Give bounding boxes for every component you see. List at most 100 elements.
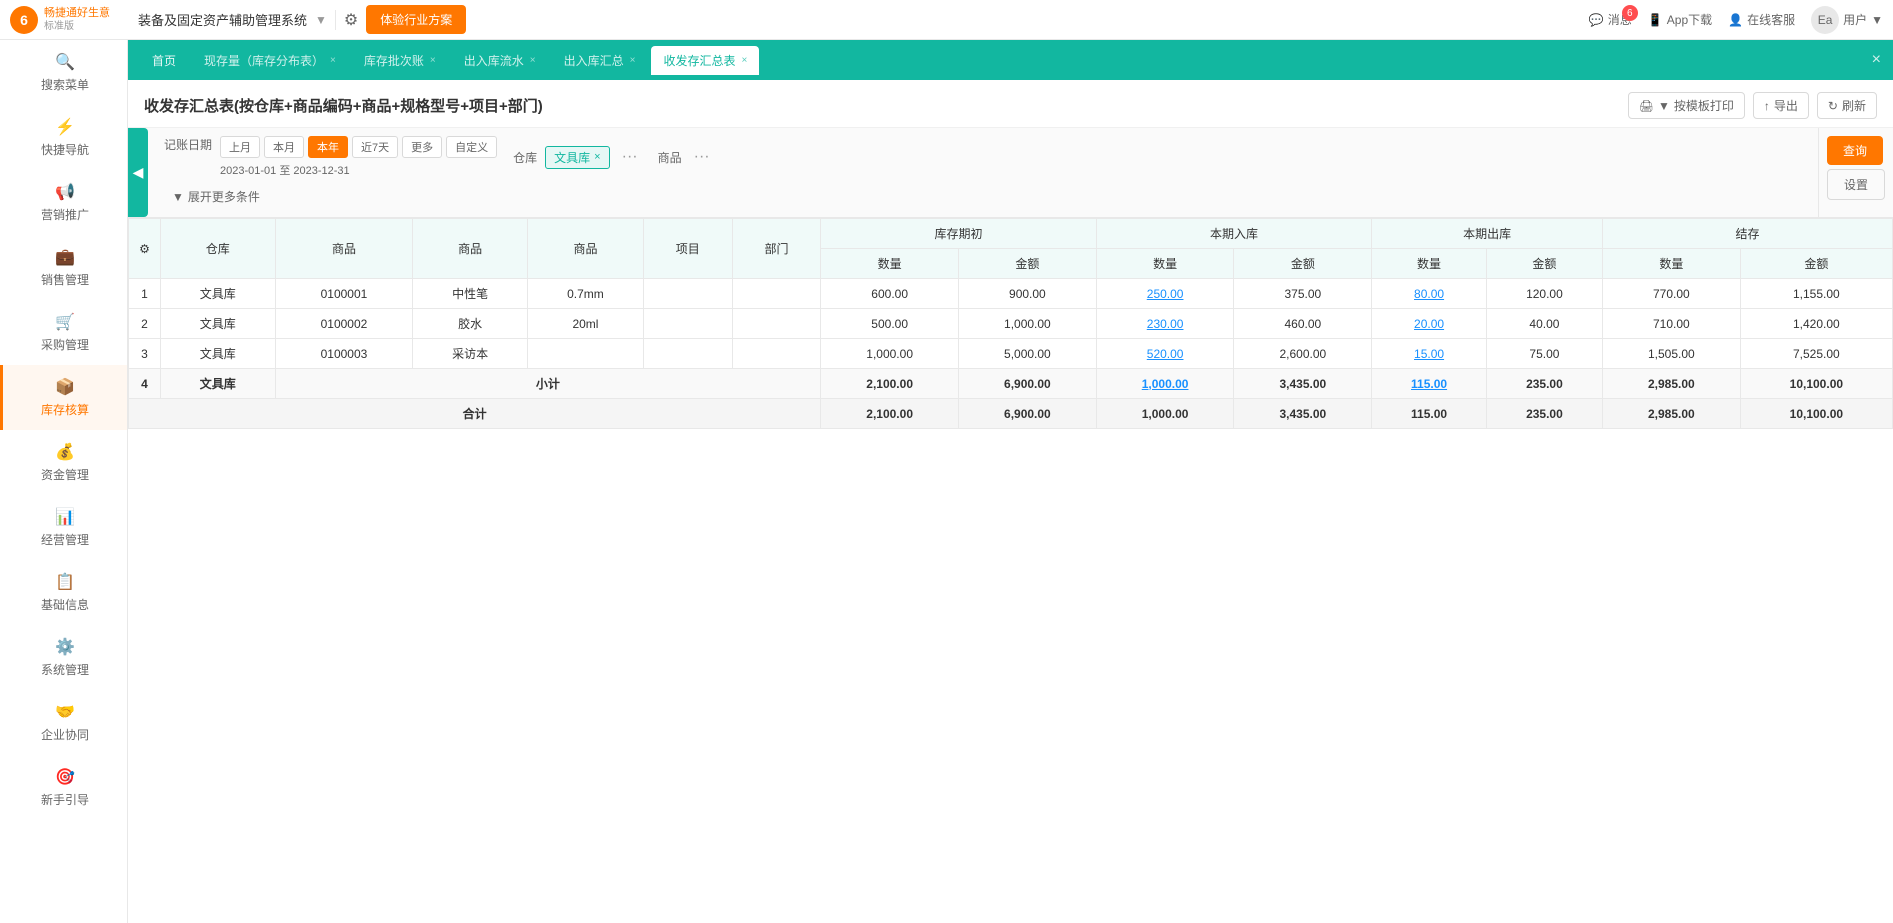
message-btn[interactable]: 💬 消息 6 — [1589, 11, 1632, 28]
online-service-btn[interactable]: 👤 在线客服 — [1728, 11, 1795, 28]
sidebar-item-basic[interactable]: 📋 基础信息 — [0, 560, 127, 625]
sidebar-item-search[interactable]: 🔍 搜索菜单 — [0, 40, 127, 105]
tab-in-out-summary-close[interactable]: × — [630, 55, 636, 66]
date-btn-7days[interactable]: 近7天 — [352, 136, 398, 158]
cell-warehouse: 文具库 — [161, 339, 276, 369]
cell-goods-name: 中性笔 — [413, 279, 528, 309]
sidebar-item-operation[interactable]: 📊 经营管理 — [0, 495, 127, 560]
warehouse-tag: 文具库 × — [545, 146, 609, 169]
cell-opening-qty: 500.00 — [821, 309, 959, 339]
logo-text: 畅捷通好生意 标准版 — [44, 6, 110, 33]
cell-opening-qty: 600.00 — [821, 279, 959, 309]
date-filter-group: 记账日期 上月 本月 本年 近7天 更多 自定义 20 — [164, 136, 497, 178]
date-btn-last-month[interactable]: 上月 — [220, 136, 260, 158]
cell-in-qty[interactable]: 230.00 — [1096, 309, 1234, 339]
subtotal-in-qty[interactable]: 1,000.00 — [1096, 369, 1234, 399]
date-btn-this-year[interactable]: 本年 — [308, 136, 348, 158]
cell-in-qty[interactable]: 250.00 — [1096, 279, 1234, 309]
sidebar-item-guide[interactable]: 🎯 新手引导 — [0, 755, 127, 820]
tab-in-out-flow-label: 出入库流水 — [464, 52, 524, 69]
filter-container: ◀ 记账日期 上月 本月 本年 近7天 更多 — [128, 128, 1893, 218]
subtotal-out-qty[interactable]: 115.00 — [1372, 369, 1487, 399]
cell-department — [732, 309, 821, 339]
print-btn[interactable]: 🖨 ▼ 按模板打印 — [1628, 92, 1745, 119]
tab-inventory-dist-close[interactable]: × — [330, 55, 336, 66]
refresh-btn[interactable]: ↻ 刷新 — [1817, 92, 1877, 119]
tab-in-out-flow-close[interactable]: × — [530, 55, 536, 66]
table-settings-icon: ⚙ — [139, 242, 150, 256]
date-btn-custom[interactable]: 自定义 — [446, 136, 497, 158]
sidebar-item-sales[interactable]: 💼 销售管理 — [0, 235, 127, 300]
table-container: ⚙ 仓库 商品 商品 商品 项目 部门 库存期初 本期入库 本期出库 结存 — [128, 218, 1893, 923]
tab-home[interactable]: 首页 — [140, 46, 188, 75]
sidebar-item-marketing[interactable]: 📢 营销推广 — [0, 170, 127, 235]
sidebar-item-inventory[interactable]: 📦 库存核算 — [0, 365, 127, 430]
tab-in-out-flow[interactable]: 出入库流水 × — [452, 46, 548, 75]
goods-more-btn[interactable]: ··· — [690, 148, 714, 166]
th-opening-qty: 数量 — [821, 249, 959, 279]
cell-out-qty[interactable]: 20.00 — [1372, 309, 1487, 339]
user-area[interactable]: Ea 用户 ▼ — [1811, 6, 1883, 34]
cell-goods-spec: 0.7mm — [527, 279, 643, 309]
tab-inventory-dist[interactable]: 现存量（库存分布表） × — [192, 46, 348, 75]
date-filter-controls: 上月 本月 本年 近7天 更多 自定义 2023-01-01 至 2023-12… — [220, 136, 497, 178]
expand-conditions-btn[interactable]: ▼ 展开更多条件 — [164, 184, 268, 209]
cell-no: 1 — [129, 279, 161, 309]
cell-in-amt: 460.00 — [1234, 309, 1372, 339]
query-btn[interactable]: 查询 — [1827, 136, 1883, 165]
sidebar-item-quick[interactable]: ⚡ 快捷导航 — [0, 105, 127, 170]
sidebar-item-system[interactable]: ⚙️ 系统管理 — [0, 625, 127, 690]
cell-goods-code: 0100002 — [275, 309, 413, 339]
warehouse-more-btn[interactable]: ··· — [618, 148, 642, 166]
footer-label: 合计 — [129, 399, 821, 429]
subtotal-opening-qty: 2,100.00 — [821, 369, 959, 399]
footer-in-qty: 1,000.00 — [1096, 399, 1234, 429]
export-btn[interactable]: ↑ 导出 — [1753, 92, 1809, 119]
cell-project — [643, 279, 732, 309]
th-opening: 库存期初 — [821, 219, 1096, 249]
tab-recv-send-close[interactable]: × — [741, 55, 747, 66]
user-label: 用户 — [1843, 11, 1867, 28]
subtotal-in-amt: 3,435.00 — [1234, 369, 1372, 399]
experience-btn[interactable]: 体验行业方案 — [366, 5, 466, 34]
tab-batch-account-close[interactable]: × — [430, 55, 436, 66]
tab-bar-close-btn[interactable]: × — [1872, 51, 1881, 69]
sidebar-label-guide: 新手引导 — [41, 791, 89, 808]
dropdown-icon[interactable]: ▼ — [315, 13, 327, 27]
th-period-in: 本期入库 — [1096, 219, 1371, 249]
search-icon: 🔍 — [55, 52, 75, 72]
date-buttons: 上月 本月 本年 近7天 更多 自定义 — [220, 136, 497, 158]
filter-collapse-btn[interactable]: ◀ — [128, 128, 148, 217]
th-out-qty: 数量 — [1372, 249, 1487, 279]
th-settings[interactable]: ⚙ — [129, 219, 161, 279]
filter-body: 记账日期 上月 本月 本年 近7天 更多 自定义 20 — [148, 128, 1818, 217]
th-in-qty: 数量 — [1096, 249, 1234, 279]
goods-filter-group: 商品 ··· — [658, 148, 714, 166]
cell-out-qty[interactable]: 80.00 — [1372, 279, 1487, 309]
sidebar-item-enterprise[interactable]: 🤝 企业协同 — [0, 690, 127, 755]
app-download-btn[interactable]: 📱 App下载 — [1648, 11, 1712, 28]
warehouse-tag-close[interactable]: × — [594, 151, 600, 163]
service-icon: 👤 — [1728, 13, 1743, 27]
tab-home-label: 首页 — [152, 52, 176, 69]
settings-small-btn[interactable]: 设置 — [1827, 169, 1885, 200]
sidebar-item-purchase[interactable]: 🛒 采购管理 — [0, 300, 127, 365]
tab-recv-send-summary[interactable]: 收发存汇总表 × — [651, 46, 759, 75]
date-btn-this-month[interactable]: 本月 — [264, 136, 304, 158]
cell-out-amt: 75.00 — [1486, 339, 1602, 369]
date-filter-label: 记账日期 — [164, 136, 212, 153]
tab-in-out-summary[interactable]: 出入库汇总 × — [552, 46, 648, 75]
sidebar-item-finance[interactable]: 💰 资金管理 — [0, 430, 127, 495]
cell-project — [643, 309, 732, 339]
date-btn-more[interactable]: 更多 — [402, 136, 442, 158]
app-subtitle: 标准版 — [44, 20, 110, 33]
cell-out-qty[interactable]: 15.00 — [1372, 339, 1487, 369]
footer-in-amt: 3,435.00 — [1234, 399, 1372, 429]
th-goods-name: 商品 — [413, 219, 528, 279]
tab-batch-account[interactable]: 库存批次账 × — [352, 46, 448, 75]
cell-in-qty[interactable]: 520.00 — [1096, 339, 1234, 369]
app-name: 畅捷通好生意 — [44, 6, 110, 20]
sidebar-label-enterprise: 企业协同 — [41, 726, 89, 743]
gear-icon[interactable]: ⚙ — [344, 10, 358, 30]
subtotal-out-amt: 235.00 — [1486, 369, 1602, 399]
